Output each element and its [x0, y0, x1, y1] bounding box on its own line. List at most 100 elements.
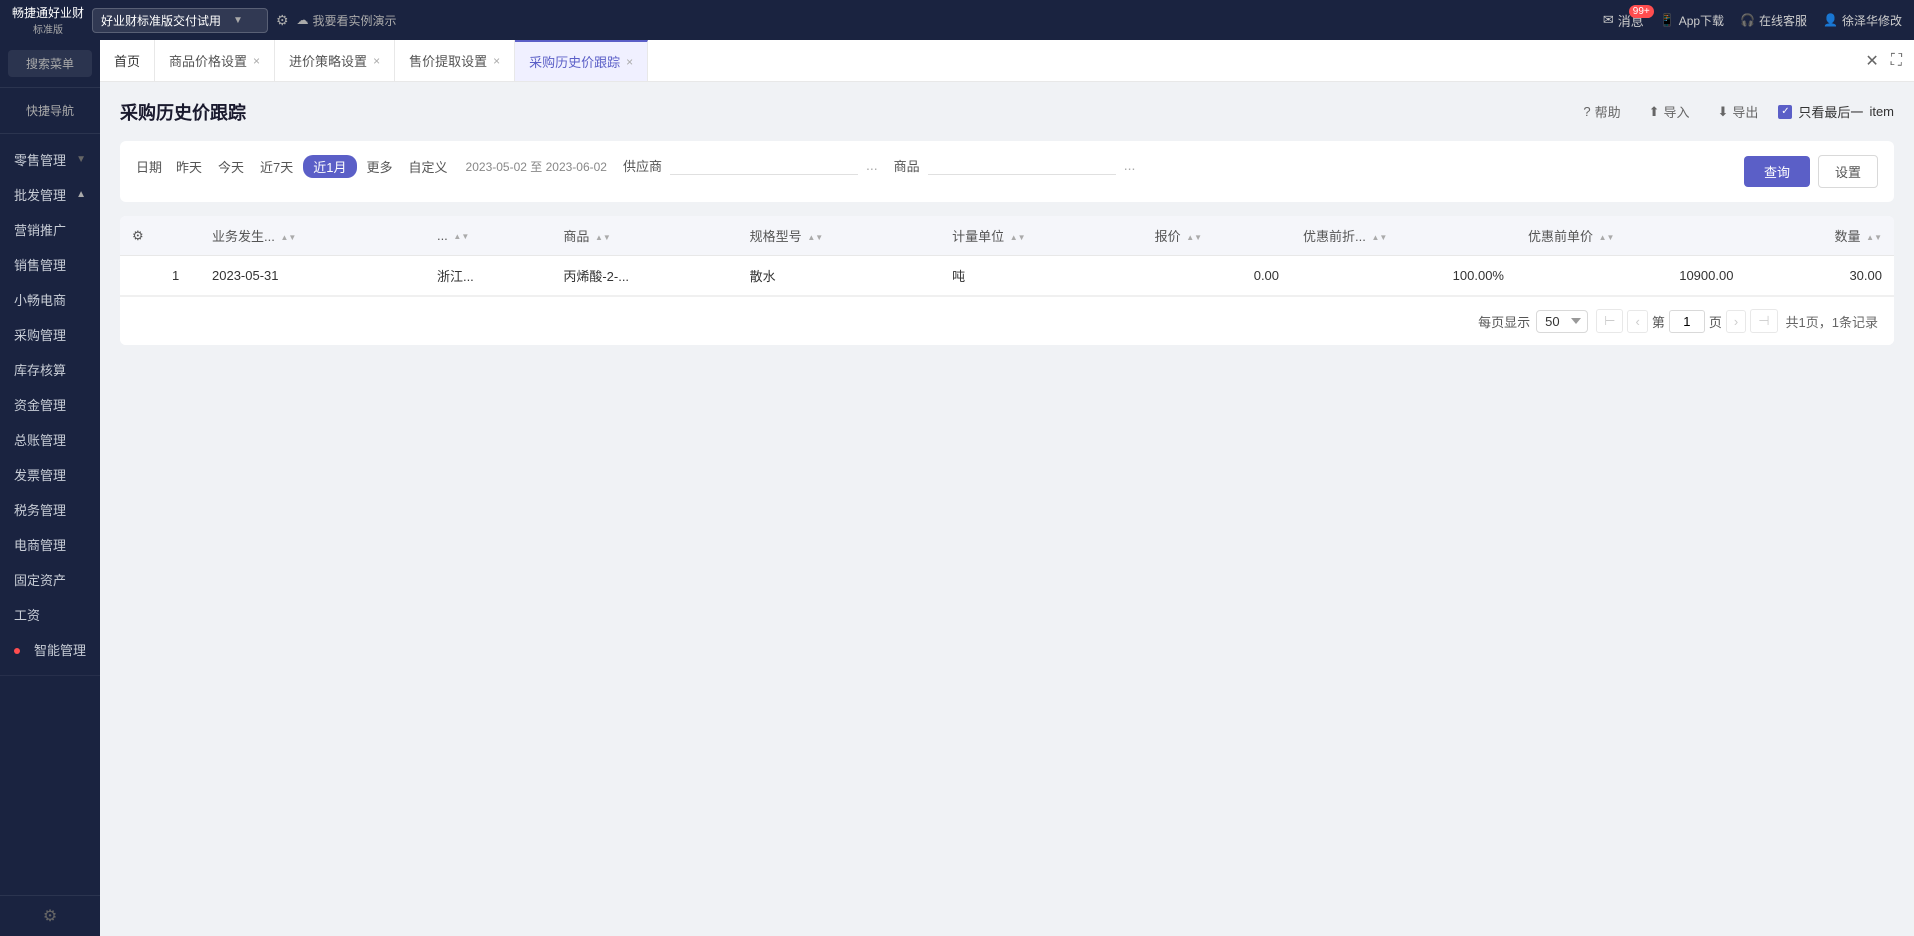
message-badge: 99+	[1629, 5, 1654, 18]
product-input[interactable]	[928, 155, 1116, 175]
quick-nav-button[interactable]: 快捷导航	[8, 98, 92, 123]
th-more[interactable]: ... ▲▼	[425, 216, 551, 256]
th-spec[interactable]: 规格型号 ▲▼	[738, 216, 940, 256]
sidebar-item-wholesale[interactable]: 批发管理 ▲	[0, 177, 100, 212]
sidebar-item-retail[interactable]: 零售管理 ▼	[0, 142, 100, 177]
sidebar-item-inventory[interactable]: 库存核算	[0, 352, 100, 387]
arrow-down-icon: ▼	[76, 154, 86, 165]
tab-label: 进价策略设置	[289, 51, 367, 70]
tab-purchase-strategy[interactable]: 进价策略设置 ×	[275, 40, 395, 82]
only-last-checkbox[interactable]: ✓ 只看最后一 item	[1778, 102, 1894, 121]
headset-icon: 🎧	[1740, 13, 1755, 27]
version-selector[interactable]: 好业财标准版交付试用 ▼	[92, 8, 268, 33]
sidebar-item-label: 电商管理	[14, 535, 66, 554]
th-label: 优惠前折...	[1303, 229, 1366, 244]
sidebar-item-assets[interactable]: 固定资产	[0, 562, 100, 597]
date-btn-custom[interactable]: 自定义	[403, 155, 454, 178]
top-bar-right: ✉ 消息 99+ 📱 App下载 🎧 在线客服 👤 徐泽华修改	[1603, 11, 1902, 30]
tab-close-sale-price[interactable]: ×	[493, 54, 500, 68]
app-download-button[interactable]: 📱 App下载	[1660, 12, 1724, 29]
message-button[interactable]: ✉ 消息 99+	[1603, 11, 1644, 30]
demo-link[interactable]: ☁ 我要看实例演示	[297, 12, 397, 29]
chevron-down-icon: ▼	[233, 15, 243, 26]
demo-link-text: 我要看实例演示	[313, 12, 397, 29]
th-label: 优惠前单价	[1528, 229, 1593, 244]
page-input[interactable]	[1669, 310, 1705, 333]
tab-purchase-history[interactable]: 采购历史价跟踪 ×	[515, 40, 648, 82]
first-page-button[interactable]: ⊢	[1596, 309, 1623, 333]
date-btn-yesterday[interactable]: 昨天	[170, 155, 208, 178]
page-content: 采购历史价跟踪 ? 帮助 ⬆ 导入 ⬇ 导出 ✓	[100, 82, 1914, 936]
row-spec: 散水	[738, 256, 940, 296]
sidebar-item-ledger[interactable]: 总账管理	[0, 422, 100, 457]
online-service-button[interactable]: 🎧 在线客服	[1740, 12, 1807, 29]
sidebar-settings-icon[interactable]: ⚙	[43, 906, 57, 926]
date-btn-more[interactable]: 更多	[361, 155, 399, 178]
th-business-date[interactable]: 业务发生... ▲▼	[200, 216, 425, 256]
tab-sale-price[interactable]: 售价提取设置 ×	[395, 40, 515, 82]
query-button[interactable]: 查询	[1744, 156, 1810, 187]
prev-page-button[interactable]: ‹	[1627, 310, 1647, 333]
th-discount[interactable]: 优惠前折... ▲▼	[1291, 216, 1516, 256]
sidebar-item-small-ecommerce[interactable]: 小畅电商	[0, 282, 100, 317]
filter-settings-button[interactable]: 设置	[1818, 155, 1878, 188]
help-button[interactable]: ? 帮助	[1575, 98, 1628, 125]
sidebar-item-smart[interactable]: 智能管理	[0, 632, 100, 667]
sidebar-nav: 零售管理 ▼ 批发管理 ▲ 营销推广 销售管理 小畅电商 采购管理 库存核算	[0, 134, 100, 676]
th-quote[interactable]: 报价 ▲▼	[1143, 216, 1291, 256]
th-label: 业务发生...	[212, 229, 275, 244]
gear-icon[interactable]: ⚙	[132, 228, 144, 243]
tab-close-button[interactable]: ✕	[1861, 47, 1882, 75]
next-page-button[interactable]: ›	[1726, 310, 1746, 333]
import-button[interactable]: ⬆ 导入	[1641, 98, 1698, 125]
export-button[interactable]: ⬇ 导出	[1710, 98, 1767, 125]
th-unit[interactable]: 计量单位 ▲▼	[940, 216, 1142, 256]
date-btn-7days[interactable]: 近7天	[254, 155, 299, 178]
sort-icon: ▲▼	[280, 233, 296, 242]
date-btn-today[interactable]: 今天	[212, 155, 250, 178]
date-btn-1month[interactable]: 近1月	[303, 155, 356, 178]
sidebar-item-invoice[interactable]: 发票管理	[0, 457, 100, 492]
th-qty[interactable]: 数量 ▲▼	[1745, 216, 1894, 256]
sidebar-item-payroll[interactable]: 工资	[0, 597, 100, 632]
tab-home-label: 首页	[114, 51, 140, 70]
sidebar-item-marketing[interactable]: 营销推广	[0, 212, 100, 247]
tab-label: 售价提取设置	[409, 51, 487, 70]
app-download-label: App下载	[1679, 12, 1724, 29]
tab-maximize-button[interactable]: ⛶	[1887, 48, 1906, 74]
sidebar-item-label: 发票管理	[14, 465, 66, 484]
date-filter-group: 日期 昨天 今天 近7天 近1月 更多 自定义 2023-05-02 至 202…	[136, 155, 607, 178]
tab-close-purchase-strategy[interactable]: ×	[373, 54, 380, 68]
per-page-label: 每页显示	[1478, 312, 1530, 331]
row-quote: 0.00	[1143, 256, 1291, 296]
top-bar: 畅捷通好业财 标准版 好业财标准版交付试用 ▼ ⚙ ☁ 我要看实例演示 ✉ 消息…	[0, 0, 1914, 40]
user-info-button[interactable]: 👤 徐泽华修改	[1823, 12, 1902, 29]
table-row: 1 2023-05-31 浙江... 丙烯酸-2-... 散水 吨 0.00 1…	[120, 256, 1894, 296]
search-menu-button[interactable]: 搜索菜单	[8, 50, 92, 77]
sidebar-item-finance[interactable]: 资金管理	[0, 387, 100, 422]
tab-close-price-setting[interactable]: ×	[253, 54, 260, 68]
sidebar-item-label: 智能管理	[34, 640, 86, 659]
row-product: 丙烯酸-2-...	[551, 256, 737, 296]
per-page-select[interactable]: 50 10 20 100	[1536, 310, 1588, 333]
sidebar-item-tax[interactable]: 税务管理	[0, 492, 100, 527]
supplier-input[interactable]	[670, 155, 858, 175]
export-icon: ⬇	[1718, 104, 1729, 120]
table-head: ⚙ 业务发生... ▲▼ ... ▲▼	[120, 216, 1894, 256]
sidebar-item-label: 营销推广	[14, 220, 66, 239]
tab-home[interactable]: 首页	[100, 40, 155, 82]
row-supplier: 浙江...	[425, 256, 551, 296]
sidebar-item-sales[interactable]: 销售管理	[0, 247, 100, 282]
sidebar-item-ecommerce[interactable]: 电商管理	[0, 527, 100, 562]
th-pre-discount-price[interactable]: 优惠前单价 ▲▼	[1516, 216, 1745, 256]
settings-icon[interactable]: ⚙	[276, 12, 289, 29]
th-product[interactable]: 商品 ▲▼	[551, 216, 737, 256]
sort-icon: ▲▼	[1186, 233, 1202, 242]
tab-close-purchase-history[interactable]: ×	[626, 55, 633, 69]
sidebar-item-purchase[interactable]: 采购管理	[0, 317, 100, 352]
last-page-button[interactable]: ⊣	[1750, 309, 1777, 333]
th-label: 数量	[1835, 229, 1861, 244]
product-more-icon[interactable]: ...	[1124, 157, 1136, 173]
supplier-more-icon[interactable]: ...	[866, 157, 878, 173]
tab-price-setting[interactable]: 商品价格设置 ×	[155, 40, 275, 82]
